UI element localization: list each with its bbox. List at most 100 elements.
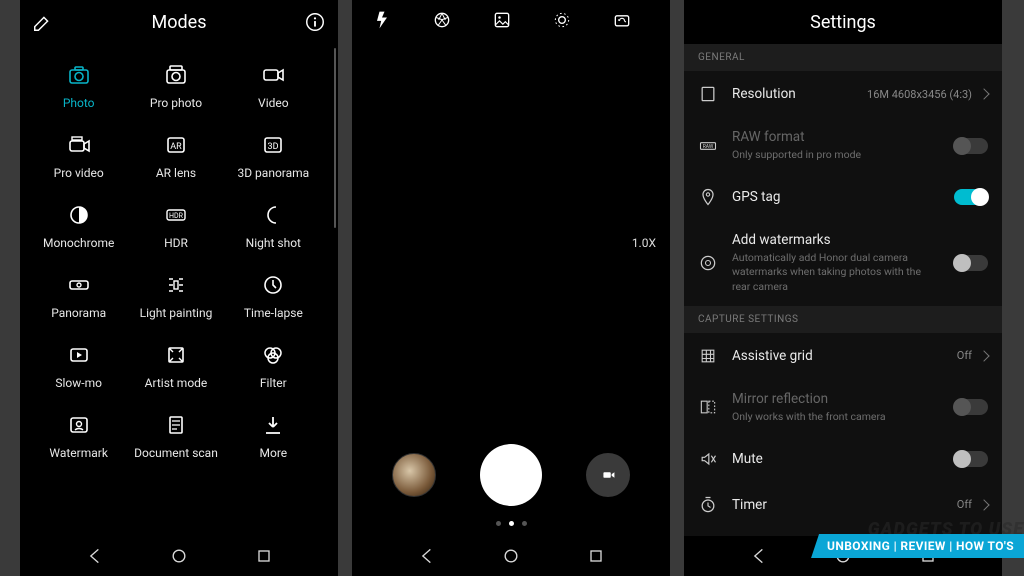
monochrome-icon	[62, 202, 96, 228]
mode-3d-panorama[interactable]: 3D panorama	[225, 132, 322, 180]
video-mode-button[interactable]	[586, 453, 630, 497]
edit-button[interactable]	[32, 0, 54, 44]
gallery-button[interactable]	[492, 10, 512, 30]
recent-icon	[254, 545, 274, 567]
shutter-row	[352, 444, 670, 506]
page-indicator	[352, 521, 670, 526]
row-trailing	[954, 451, 988, 467]
row-body: Assistive grid	[732, 348, 943, 364]
effects-button[interactable]	[552, 10, 572, 30]
aperture-button[interactable]	[432, 10, 452, 30]
watermark2-icon	[698, 253, 718, 273]
mode-label: Photo	[63, 96, 95, 110]
mode-label: AR lens	[156, 166, 196, 180]
toggle-switch[interactable]	[954, 255, 988, 271]
download-icon	[256, 412, 290, 438]
mode-monochrome[interactable]: Monochrome	[30, 202, 127, 250]
mode-label: Pro video	[54, 166, 104, 180]
gps-icon	[698, 187, 718, 207]
edit-icon	[32, 11, 54, 33]
mode-label: Panorama	[51, 306, 106, 320]
mode-photo[interactable]: Photo	[30, 62, 127, 110]
hdr-icon	[159, 202, 193, 228]
mode-pro-photo[interactable]: Pro photo	[127, 62, 224, 110]
settings-scroll-area[interactable]: GENERAL Resolution 16M 4608x3456 (4:3) R…	[684, 44, 1002, 536]
modes-scroll-area[interactable]: Photo Pro photo Video Pro video AR lens …	[20, 44, 332, 532]
settings-row-mute[interactable]: Mute	[684, 436, 1002, 482]
chevron-right-icon	[978, 88, 989, 99]
nav-recent-button[interactable]	[586, 546, 606, 566]
video-icon	[256, 62, 290, 88]
page-dot	[509, 521, 514, 526]
row-trailing: Off	[957, 498, 988, 511]
flash-button[interactable]	[372, 10, 392, 30]
mode-time-lapse[interactable]: Time-lapse	[225, 272, 322, 320]
nav-home-button[interactable]	[169, 546, 189, 566]
mode-document-scan[interactable]: Document scan	[127, 412, 224, 460]
mode-label: Filter	[260, 376, 287, 390]
zoom-label[interactable]: 1.0X	[632, 236, 656, 250]
info-button[interactable]	[304, 0, 326, 44]
recent-icon	[586, 545, 606, 567]
settings-row-raw-format: RAW format Only supported in pro mode	[684, 117, 1002, 174]
row-title: Mute	[732, 451, 940, 467]
modes-screen: Modes Photo Pro photo Video Pro video AR…	[20, 0, 338, 576]
gallery-thumbnail[interactable]	[392, 453, 436, 497]
toggle-switch[interactable]	[954, 451, 988, 467]
watermark-icon	[62, 412, 96, 438]
nav-back-button[interactable]	[85, 546, 105, 566]
mode-label: Pro photo	[150, 96, 202, 110]
mode-ar-lens[interactable]: AR lens	[127, 132, 224, 180]
toggle-switch	[954, 138, 988, 154]
mode-artist-mode[interactable]: Artist mode	[127, 342, 224, 390]
ar-icon	[159, 132, 193, 158]
back-icon	[749, 545, 769, 567]
row-body: GPS tag	[732, 189, 940, 205]
row-subtitle: Only supported in pro mode	[732, 148, 940, 162]
modes-scrollbar[interactable]	[334, 48, 336, 228]
toggle-switch[interactable]	[954, 189, 988, 205]
row-subtitle: Automatically add Honor dual camera wate…	[732, 251, 940, 294]
page-dot	[522, 521, 527, 526]
panorama-icon	[62, 272, 96, 298]
settings-row-resolution[interactable]: Resolution 16M 4608x3456 (4:3)	[684, 71, 1002, 117]
mode-night-shot[interactable]: Night shot	[225, 202, 322, 250]
mode-video[interactable]: Video	[225, 62, 322, 110]
settings-row-mirror-reflection: Mirror reflection Only works with the fr…	[684, 379, 1002, 436]
mode-watermark[interactable]: Watermark	[30, 412, 127, 460]
row-body: Timer	[732, 497, 943, 513]
switch-camera-button[interactable]	[612, 10, 632, 30]
mode-label: Artist mode	[145, 376, 208, 390]
toggle-switch	[954, 399, 988, 415]
row-trailing	[954, 138, 988, 154]
settings-row-add-watermarks[interactable]: Add watermarks Automatically add Honor d…	[684, 220, 1002, 306]
android-navbar	[352, 536, 670, 576]
mode-more[interactable]: More	[225, 412, 322, 460]
aperture-icon	[432, 10, 452, 30]
nav-home-button[interactable]	[501, 546, 521, 566]
row-value: Off	[957, 498, 972, 511]
nav-recent-button[interactable]	[254, 546, 274, 566]
mode-pro-video[interactable]: Pro video	[30, 132, 127, 180]
mode-filter[interactable]: Filter	[225, 342, 322, 390]
settings-row-assistive-grid[interactable]: Assistive grid Off	[684, 333, 1002, 379]
settings-row-gps-tag[interactable]: GPS tag	[684, 174, 1002, 220]
slowmo-icon	[62, 342, 96, 368]
chevron-right-icon	[978, 350, 989, 361]
mode-light-painting[interactable]: Light painting	[127, 272, 224, 320]
section-header: CAPTURE SETTINGS	[684, 306, 1002, 333]
nav-back-button[interactable]	[417, 546, 437, 566]
resolution-icon	[698, 84, 718, 104]
mode-label: 3D panorama	[237, 166, 309, 180]
mute-icon	[698, 449, 718, 469]
mode-panorama[interactable]: Panorama	[30, 272, 127, 320]
row-body: Mute	[732, 451, 940, 467]
nav-back-button[interactable]	[749, 546, 769, 566]
modes-title: Modes	[152, 12, 207, 33]
mode-slow-mo[interactable]: Slow-mo	[30, 342, 127, 390]
mode-hdr[interactable]: HDR	[127, 202, 224, 250]
home-icon	[501, 545, 521, 567]
row-title: Timer	[732, 497, 943, 513]
switch-camera-icon	[612, 10, 632, 30]
shutter-button[interactable]	[480, 444, 542, 506]
